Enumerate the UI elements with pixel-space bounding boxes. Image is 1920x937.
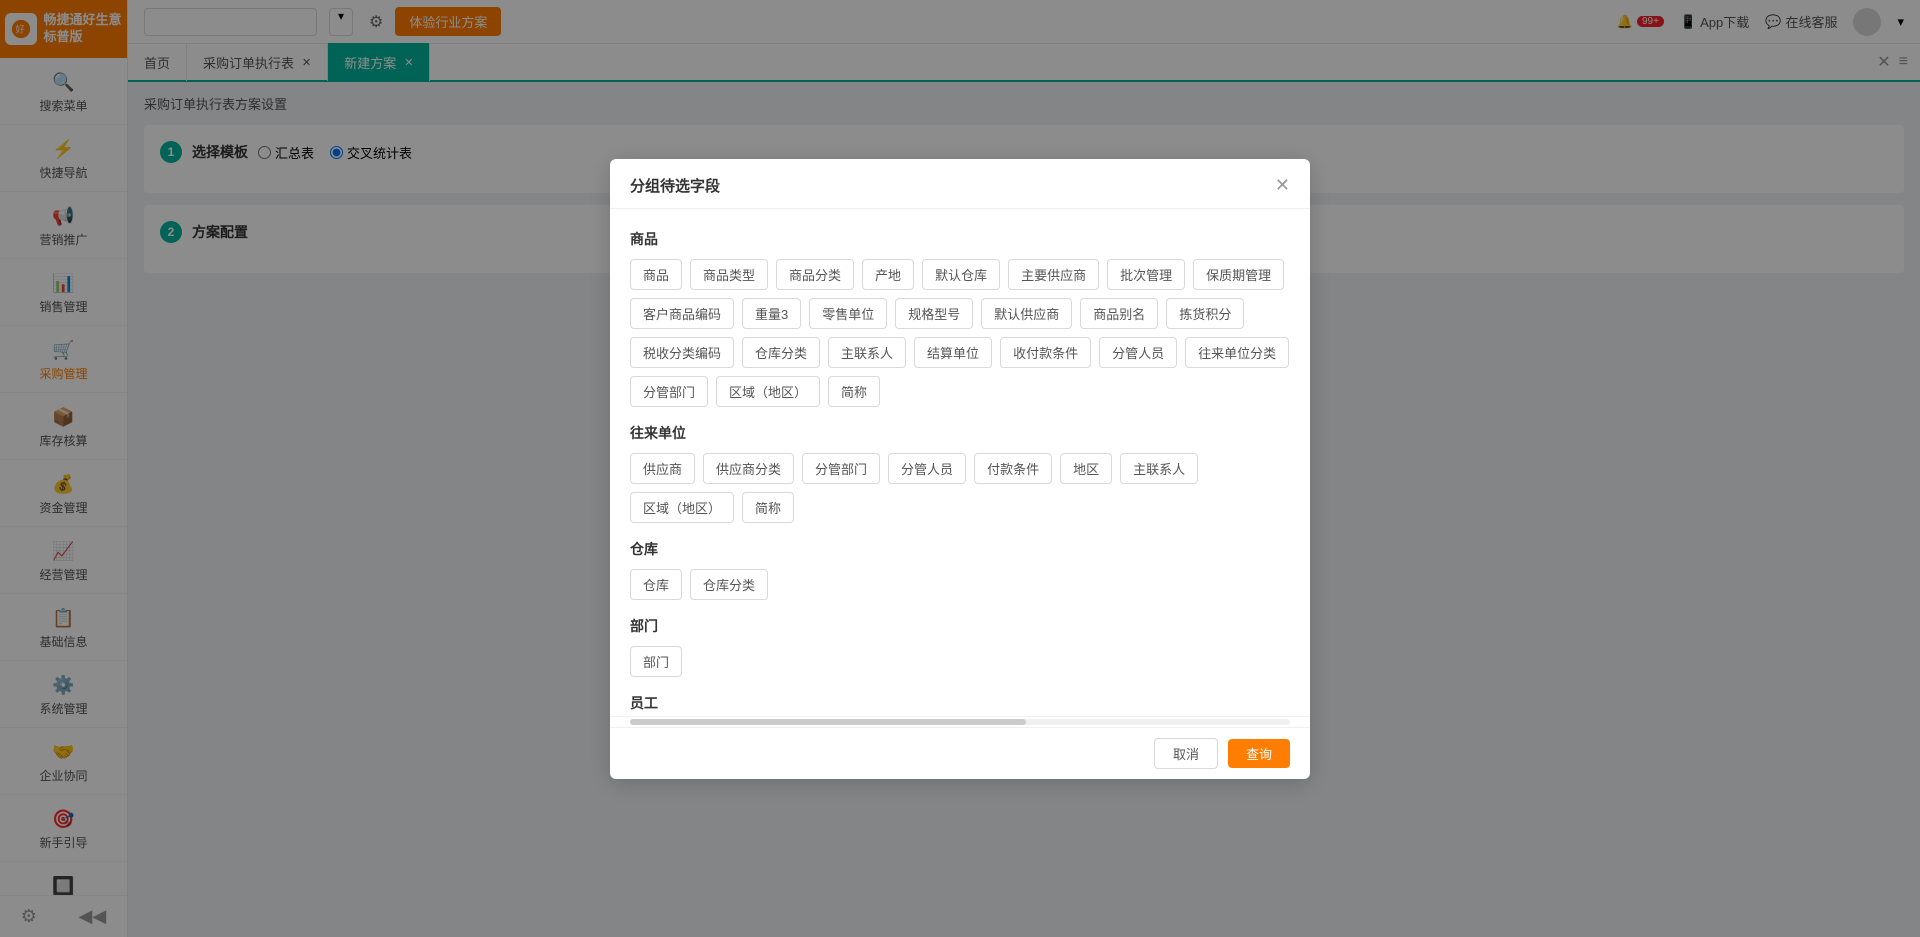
field-tag-产地[interactable]: 产地 <box>862 259 914 290</box>
field-tags-goods: 商品商品类型商品分类产地默认仓库主要供应商批次管理保质期管理客户商品编码重量3 零… <box>630 259 1290 407</box>
field-tag-区域（地区）[interactable]: 区域（地区） <box>716 376 820 407</box>
field-tags-department: 部门 <box>630 646 1290 677</box>
dialog-overlay: 分组待选字段 ✕ 商品商品商品类型商品分类产地默认仓库主要供应商批次管理保质期管… <box>128 0 1920 937</box>
hscroll-thumb <box>630 719 1026 725</box>
section-title-department: 部门 <box>630 616 1290 636</box>
field-tag-付款条件[interactable]: 付款条件 <box>974 453 1052 484</box>
field-tag-供应商分类[interactable]: 供应商分类 <box>703 453 794 484</box>
field-tag-商品类型[interactable]: 商品类型 <box>690 259 768 290</box>
dialog-title: 分组待选字段 <box>630 175 720 196</box>
field-tag-地区[interactable]: 地区 <box>1060 453 1112 484</box>
field-tag-收付款条件[interactable]: 收付款条件 <box>1000 337 1091 368</box>
section-title-goods: 商品 <box>630 229 1290 249</box>
field-select-dialog: 分组待选字段 ✕ 商品商品商品类型商品分类产地默认仓库主要供应商批次管理保质期管… <box>610 159 1310 779</box>
field-tags-warehouse: 仓库仓库分类 <box>630 569 1290 600</box>
field-tag-结算单位[interactable]: 结算单位 <box>914 337 992 368</box>
field-tag-部门[interactable]: 部门 <box>630 646 682 677</box>
confirm-button[interactable]: 查询 <box>1228 739 1290 768</box>
field-tag-客户商品编码[interactable]: 客户商品编码 <box>630 298 734 329</box>
field-tag-分管人员[interactable]: 分管人员 <box>1099 337 1177 368</box>
dialog-hscroll[interactable] <box>610 716 1310 727</box>
field-tag-区域（地区）[interactable]: 区域（地区） <box>630 492 734 523</box>
field-tag-零售单位[interactable]: 零售单位 <box>809 298 887 329</box>
field-tag-商品[interactable]: 商品 <box>630 259 682 290</box>
main-area: ▾ ⚙ 体验行业方案 🔔 99+ 📱 App下载 💬 在线客服 ▾ <box>128 0 1920 937</box>
field-tag-简称[interactable]: 简称 <box>742 492 794 523</box>
section-title-partner: 往来单位 <box>630 423 1290 443</box>
field-tag-默认仓库[interactable]: 默认仓库 <box>922 259 1000 290</box>
hscroll-bar <box>630 719 1290 725</box>
field-tag-分管部门[interactable]: 分管部门 <box>802 453 880 484</box>
dialog-body[interactable]: 商品商品商品类型商品分类产地默认仓库主要供应商批次管理保质期管理客户商品编码重量… <box>610 209 1310 716</box>
section-title-employee: 员工 <box>630 693 1290 713</box>
field-tag-仓库分类[interactable]: 仓库分类 <box>742 337 820 368</box>
field-tag-简称[interactable]: 简称 <box>828 376 880 407</box>
field-tag-拣货积分[interactable]: 拣货积分 <box>1166 298 1244 329</box>
field-tag-主联系人[interactable]: 主联系人 <box>828 337 906 368</box>
field-tag-主联系人[interactable]: 主联系人 <box>1120 453 1198 484</box>
field-tag-主要供应商[interactable]: 主要供应商 <box>1008 259 1099 290</box>
field-tag-税收分类编码[interactable]: 税收分类编码 <box>630 337 734 368</box>
field-tag-规格型号[interactable]: 规格型号 <box>895 298 973 329</box>
field-tag-重量3[interactable]: 重量3 <box>742 298 801 329</box>
field-tag-批次管理[interactable]: 批次管理 <box>1107 259 1185 290</box>
cancel-button[interactable]: 取消 <box>1154 738 1218 769</box>
dialog-close-icon[interactable]: ✕ <box>1275 175 1290 196</box>
field-tag-分管人员[interactable]: 分管人员 <box>888 453 966 484</box>
dialog-header: 分组待选字段 ✕ <box>610 159 1310 209</box>
field-tag-往来单位分类[interactable]: 往来单位分类 <box>1185 337 1289 368</box>
field-tag-保质期管理[interactable]: 保质期管理 <box>1193 259 1284 290</box>
field-tag-分管部门[interactable]: 分管部门 <box>630 376 708 407</box>
field-tags-partner: 供应商供应商分类分管部门分管人员付款条件地区主联系人区域（地区） 简称 <box>630 453 1290 523</box>
field-tag-仓库分类[interactable]: 仓库分类 <box>690 569 768 600</box>
field-tag-商品分类[interactable]: 商品分类 <box>776 259 854 290</box>
section-title-warehouse: 仓库 <box>630 539 1290 559</box>
field-tag-供应商[interactable]: 供应商 <box>630 453 695 484</box>
field-tag-商品别名[interactable]: 商品别名 <box>1080 298 1158 329</box>
field-tag-仓库[interactable]: 仓库 <box>630 569 682 600</box>
field-tag-默认供应商[interactable]: 默认供应商 <box>981 298 1072 329</box>
dialog-footer: 取消 查询 <box>610 727 1310 779</box>
